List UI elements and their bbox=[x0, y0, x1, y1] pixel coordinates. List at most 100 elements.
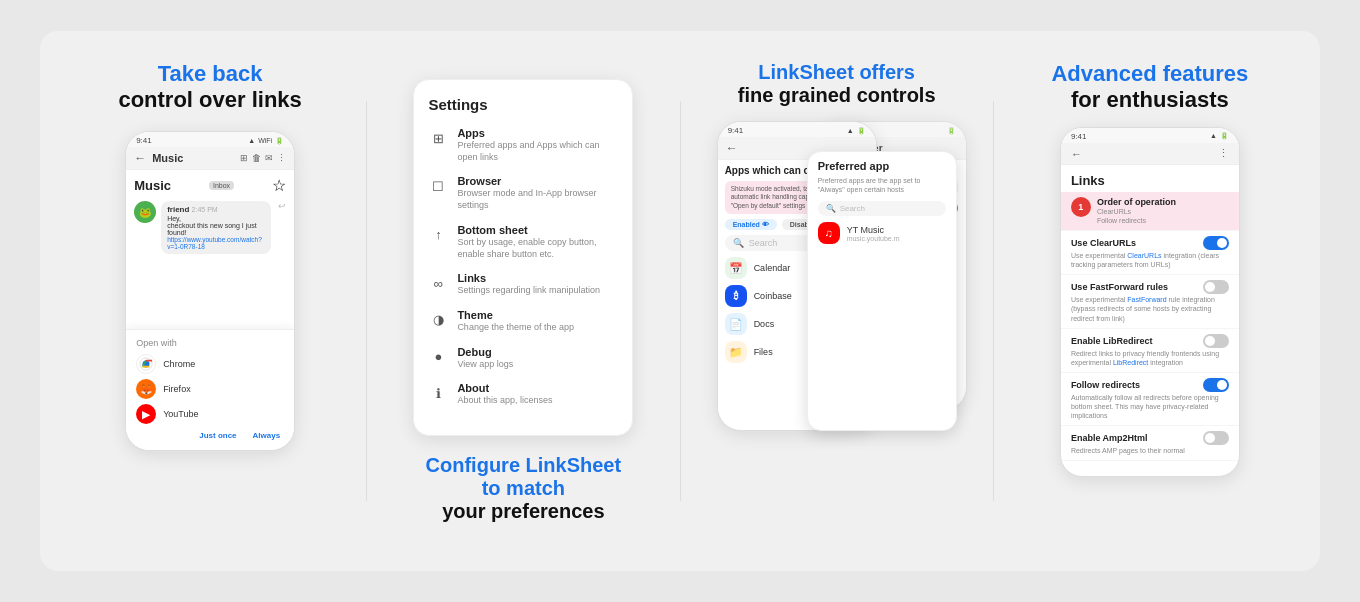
panel4-heading-line1: Advanced features bbox=[1051, 61, 1248, 87]
configure-line3: your preferences bbox=[426, 500, 622, 523]
libredirect-link: LibRedirect bbox=[1113, 359, 1148, 366]
amp2html-toggle[interactable] bbox=[1203, 431, 1229, 445]
followredirects-toggle[interactable] bbox=[1203, 378, 1229, 392]
adv-status-icons: ▲🔋 bbox=[1210, 132, 1229, 141]
fastforward-header: Use FastForward rules bbox=[1071, 280, 1229, 294]
order-num: 1 bbox=[1078, 202, 1083, 212]
debug-title: Debug bbox=[457, 346, 513, 358]
settings-item-browser: ☐ Browser Browser mode and In-App browse… bbox=[428, 175, 618, 211]
adv-item-fastforward: Use FastForward rules Use experimental F… bbox=[1061, 275, 1239, 328]
fastforward-title: Use FastForward rules bbox=[1071, 282, 1168, 292]
message-bubble: friend 2:45 PM Hey, checkout this new so… bbox=[161, 201, 271, 254]
adv-status-bar: 9:41 ▲🔋 bbox=[1061, 128, 1239, 143]
advanced-phone: 9:41 ▲🔋 ← ⋮ Links 1 Order of operation bbox=[1060, 127, 1240, 477]
panel-finegrained: LinkSheet offers fine grained controls 9… bbox=[697, 51, 977, 551]
music-title: Music bbox=[152, 152, 183, 164]
adv-item-amp2html: Enable Amp2Html Redirects AMP pages to t… bbox=[1061, 426, 1239, 461]
panel-settings: Settings ⊞ Apps Preferred apps and Apps … bbox=[383, 51, 663, 551]
fastforward-toggle[interactable] bbox=[1203, 280, 1229, 294]
music-badge: Inbox bbox=[209, 181, 234, 190]
adv-item-order-inner: 1 Order of operation ClearURLs Follow re… bbox=[1071, 197, 1229, 225]
grid-icon: ⊞ bbox=[240, 153, 248, 163]
share-icon: ✉ bbox=[265, 153, 273, 163]
fastforward-link: FastForward bbox=[1127, 296, 1166, 303]
debug-desc: View app logs bbox=[457, 359, 513, 371]
settings-debug-text: Debug View app logs bbox=[457, 346, 513, 371]
settings-links-text: Links Settings regarding link manipulati… bbox=[457, 272, 600, 297]
clearurls-header: Use ClearURLs bbox=[1071, 236, 1229, 250]
panel1-heading-line2: control over links bbox=[118, 87, 301, 113]
adv-item-followredirects: Follow redirects Automatically follow al… bbox=[1061, 373, 1239, 426]
links-title: Links bbox=[457, 272, 600, 284]
panel1-heading-line1: Take back bbox=[118, 61, 301, 87]
panel4-heading: Advanced features for enthusiasts bbox=[1051, 61, 1248, 113]
panel-advanced: Advanced features for enthusiasts 9:41 ▲… bbox=[1010, 51, 1290, 551]
ytmusic-sub: music.youtube.m bbox=[847, 235, 900, 242]
chat-message: 🐸 friend 2:45 PM Hey, checkout this new … bbox=[134, 201, 286, 254]
adv-item-libredirect: Enable LibRedirect Redirect links to pri… bbox=[1061, 329, 1239, 373]
followredirects-header: Follow redirects bbox=[1071, 378, 1229, 392]
divider-3 bbox=[993, 101, 994, 501]
libredirect-toggle[interactable] bbox=[1203, 334, 1229, 348]
music-label: Music bbox=[134, 178, 171, 193]
app-row-youtube: ▶ YouTube bbox=[136, 404, 284, 424]
chrome-label: Chrome bbox=[163, 359, 284, 369]
delete-icon: 🗑 bbox=[252, 153, 261, 163]
fastforward-desc: Use experimental FastForward rule integr… bbox=[1071, 295, 1229, 322]
preferred-title: Preferred app bbox=[818, 160, 946, 172]
order-text: Order of operation ClearURLs Follow redi… bbox=[1097, 197, 1176, 225]
theme-icon: ◑ bbox=[428, 310, 448, 330]
star-icon: ☆ bbox=[272, 176, 286, 195]
adv-item-order: 1 Order of operation ClearURLs Follow re… bbox=[1061, 192, 1239, 231]
panel3-heading-line1: LinkSheet offers bbox=[738, 61, 936, 84]
amp2html-header: Enable Amp2Html bbox=[1071, 431, 1229, 445]
files-label: Files bbox=[754, 347, 773, 357]
just-once-button[interactable]: Just once bbox=[195, 429, 240, 442]
bottomsheet-title: Bottom sheet bbox=[457, 224, 618, 236]
filter-enabled[interactable]: Enabled 👁 bbox=[725, 219, 777, 230]
phones-container: 9:41 ▲🔋 ← Apps which can op Shizuku mode… bbox=[717, 121, 957, 461]
settings-item-theme: ◑ Theme Change the theme of the app bbox=[428, 309, 618, 334]
apps-desc: Preferred apps and Apps which can open l… bbox=[457, 140, 618, 163]
theme-title: Theme bbox=[457, 309, 574, 321]
status-bar-3a: 9:41 ▲🔋 bbox=[718, 122, 876, 137]
browser-icon: ☐ bbox=[428, 176, 448, 196]
clearurls-toggle[interactable] bbox=[1203, 236, 1229, 250]
coinbase-icon: ₿ bbox=[725, 285, 747, 307]
search-icon-3a: 🔍 bbox=[733, 238, 744, 248]
ytmusic-icon: ♫ bbox=[818, 222, 840, 244]
browser-title: Browser bbox=[457, 175, 618, 187]
preferred-app-ytmusic: ♫ YT Music music.youtube.m bbox=[818, 222, 946, 244]
msg-text: Hey, bbox=[167, 215, 265, 222]
avatar: 🐸 bbox=[134, 201, 156, 223]
sender-name: friend 2:45 PM bbox=[167, 205, 265, 214]
adv-back-icon: ← bbox=[1071, 148, 1082, 160]
youtube-icon: ▶ bbox=[136, 404, 156, 424]
settings-item-about: ℹ About About this app, licenses bbox=[428, 382, 618, 407]
debug-icon: ● bbox=[428, 347, 448, 367]
settings-item-apps: ⊞ Apps Preferred apps and Apps which can… bbox=[428, 127, 618, 163]
settings-about-text: About About this app, licenses bbox=[457, 382, 552, 407]
status-icons: ▲WiFi🔋 bbox=[248, 137, 284, 145]
adv-more-icon: ⋮ bbox=[1218, 147, 1229, 160]
apps-title: Apps bbox=[457, 127, 618, 139]
chrome-icon bbox=[136, 354, 156, 374]
more-icon: ⋮ bbox=[277, 153, 286, 163]
adv-item-clearurls: Use ClearURLs Use experimental ClearURLs… bbox=[1061, 231, 1239, 275]
preferred-overlay: Preferred app Preferred apps are the app… bbox=[807, 151, 957, 431]
order-title: Order of operation bbox=[1097, 197, 1176, 207]
adv-section-title: Links bbox=[1061, 165, 1239, 192]
main-container: Take back control over links 9:41 ▲WiFi🔋… bbox=[40, 31, 1320, 571]
open-with-label: Open with bbox=[136, 338, 284, 348]
links-icon: ∞ bbox=[428, 273, 448, 293]
amp2html-title: Enable Amp2Html bbox=[1071, 433, 1148, 443]
adv-time: 9:41 bbox=[1071, 132, 1087, 141]
always-button[interactable]: Always bbox=[249, 429, 285, 442]
bottomsheet-desc: Sort by usage, enable copy button, enabl… bbox=[457, 237, 618, 260]
status-icons-3b: 🔋 bbox=[947, 127, 956, 135]
search-placeholder-3a: Search bbox=[749, 238, 778, 248]
search-text-pref: Search bbox=[840, 204, 865, 213]
apps-icon: ⊞ bbox=[428, 128, 448, 148]
panel4-heading-line2: for enthusiasts bbox=[1051, 87, 1248, 113]
msg-sub: checkout this new song I just found! bbox=[167, 222, 265, 236]
